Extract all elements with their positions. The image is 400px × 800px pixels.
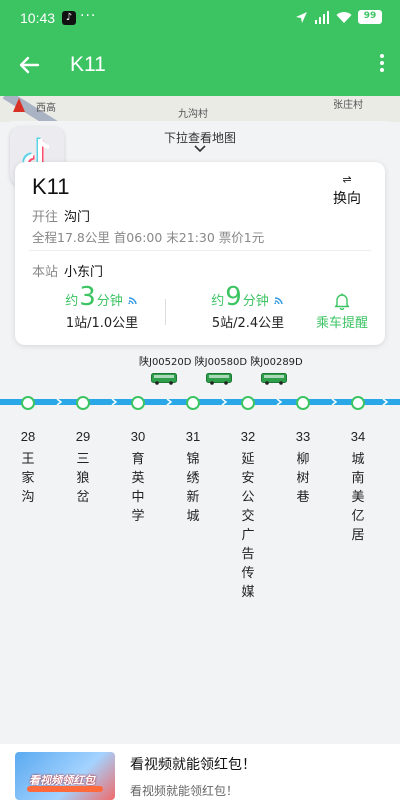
stop-item[interactable]: 34 城南美亿居 <box>340 429 376 545</box>
page-title: K11 <box>70 53 106 76</box>
stop-marker[interactable] <box>296 396 310 410</box>
stop-number: 31 <box>185 429 201 444</box>
divider <box>29 250 371 251</box>
stop-item[interactable]: 33 柳树巷 <box>285 429 321 507</box>
eta-minutes: 3 <box>79 282 96 312</box>
route-details: 全程17.8公里 首06:00 末21:30 票价1元 <box>32 230 265 245</box>
map-village-label: 九沟村 <box>178 109 208 120</box>
stop-marker[interactable] <box>76 396 90 410</box>
stop-name: 三狼岔 <box>76 452 90 505</box>
map-village-label: 张庄村 <box>333 100 363 111</box>
stop-name: 柳树巷 <box>296 452 310 505</box>
swap-direction-button[interactable]: ⇌ 换向 <box>329 174 365 216</box>
bus-icon[interactable] <box>261 373 287 385</box>
current-station-row: 本站 小东门 <box>32 261 103 280</box>
stop-marker[interactable] <box>131 396 145 410</box>
eta-distance: 5站/2.4公里 <box>211 316 285 331</box>
realtime-signal-icon <box>274 297 283 305</box>
direction-arrow-icon <box>56 398 63 406</box>
bus-plates: 陕J00520D 陕J00580D 陕J00289D <box>139 357 303 368</box>
eta-prefix: 约 <box>211 294 225 309</box>
status-icons: 99 <box>295 10 382 24</box>
wifi-icon <box>336 11 352 23</box>
stop-name: 王家沟 <box>21 452 35 505</box>
stop-item[interactable]: 28 王家沟 <box>10 429 46 507</box>
map-location-marker-icon <box>13 98 25 112</box>
stop-number: 34 <box>350 429 366 444</box>
eta-unit: 分钟 <box>96 294 123 309</box>
stop-marker[interactable] <box>351 396 365 410</box>
map-preview[interactable]: 西高 九沟村 张庄村 <box>0 96 400 122</box>
map-road-label: 西高 <box>36 103 56 114</box>
stop-item[interactable]: 29 三狼岔 <box>65 429 101 507</box>
route-info-card: K11 ⇌ 换向 开往 沟门 全程17.8公里 首06:00 末21:30 票价1… <box>15 162 385 345</box>
stop-number: 32 <box>240 429 256 444</box>
direction-arrow-icon <box>382 398 389 406</box>
direction-arrow-icon <box>276 398 283 406</box>
stop-name: 育英中学 <box>131 452 145 524</box>
station-prefix: 本站 <box>32 265 59 280</box>
realtime-signal-icon <box>128 297 137 305</box>
destination-prefix: 开往 <box>32 210 59 225</box>
stop-marker[interactable] <box>186 396 200 410</box>
stop-number: 28 <box>20 429 36 444</box>
destination-row: 开往 沟门 <box>32 206 90 225</box>
stop-name: 延安公交广告传媒 <box>241 452 255 600</box>
stop-name: 锦绣新城 <box>186 452 200 524</box>
stop-item[interactable]: 32 延安公交广告传媒 <box>230 429 266 602</box>
more-notifications-icon: ··· <box>80 8 97 24</box>
eta-nearest-bus: 约 3 分钟 1站/1.0公里 <box>37 282 167 331</box>
stop-item[interactable]: 31 锦绣新城 <box>175 429 211 526</box>
current-station-name: 小东门 <box>64 265 104 280</box>
tiktok-notification-icon: ♪ <box>62 11 76 25</box>
bell-icon <box>334 293 350 310</box>
chevron-down-icon[interactable] <box>193 144 207 154</box>
stop-number: 30 <box>130 429 146 444</box>
app-bar: K11 <box>0 38 400 96</box>
ride-reminder-button[interactable]: 乘车提醒 <box>307 292 377 331</box>
back-arrow-icon[interactable] <box>14 50 44 80</box>
bus-icon[interactable] <box>151 373 177 385</box>
eta-minutes: 9 <box>225 282 242 312</box>
route-name: K11 <box>32 174 70 199</box>
ad-subtitle: 看视频就能领红包！ <box>130 784 239 798</box>
stop-number: 33 <box>295 429 311 444</box>
direction-arrow-icon <box>166 398 173 406</box>
location-icon <box>296 11 307 23</box>
eta-prefix: 约 <box>65 294 79 309</box>
battery-icon: 99 <box>358 10 382 24</box>
eta-next-bus: 约 9 分钟 5站/2.4公里 <box>183 282 313 331</box>
eta-distance: 1站/1.0公里 <box>65 316 139 331</box>
stop-item[interactable]: 30 育英中学 <box>120 429 156 526</box>
status-bar: 10:43 ♪ ··· 99 <box>0 0 400 38</box>
stop-name: 城南美亿居 <box>351 452 365 543</box>
divider <box>165 299 166 325</box>
ad-thumbnail-ribbon <box>27 786 103 792</box>
stop-number: 29 <box>75 429 91 444</box>
direction-arrow-icon <box>331 398 338 406</box>
ride-reminder-label: 乘车提醒 <box>315 316 368 331</box>
eta-unit: 分钟 <box>242 294 269 309</box>
signal-icon <box>315 10 329 24</box>
stop-marker[interactable] <box>21 396 35 410</box>
ad-title: 看视频就能领红包！ <box>130 757 256 773</box>
destination-name: 沟门 <box>64 210 91 225</box>
stop-marker[interactable] <box>241 396 255 410</box>
swap-direction-label: 换向 <box>333 191 361 207</box>
bus-icon[interactable] <box>206 373 232 385</box>
direction-arrow-icon <box>221 398 228 406</box>
ad-thumbnail: 看视频领红包 <box>15 752 115 800</box>
more-options-icon[interactable] <box>376 52 388 76</box>
swap-direction-icon: ⇌ <box>342 173 352 186</box>
ad-banner[interactable]: 看视频领红包 看视频就能领红包！ 看视频就能领红包！ <box>0 744 400 800</box>
direction-arrow-icon <box>111 398 118 406</box>
status-time: 10:43 <box>20 10 56 26</box>
